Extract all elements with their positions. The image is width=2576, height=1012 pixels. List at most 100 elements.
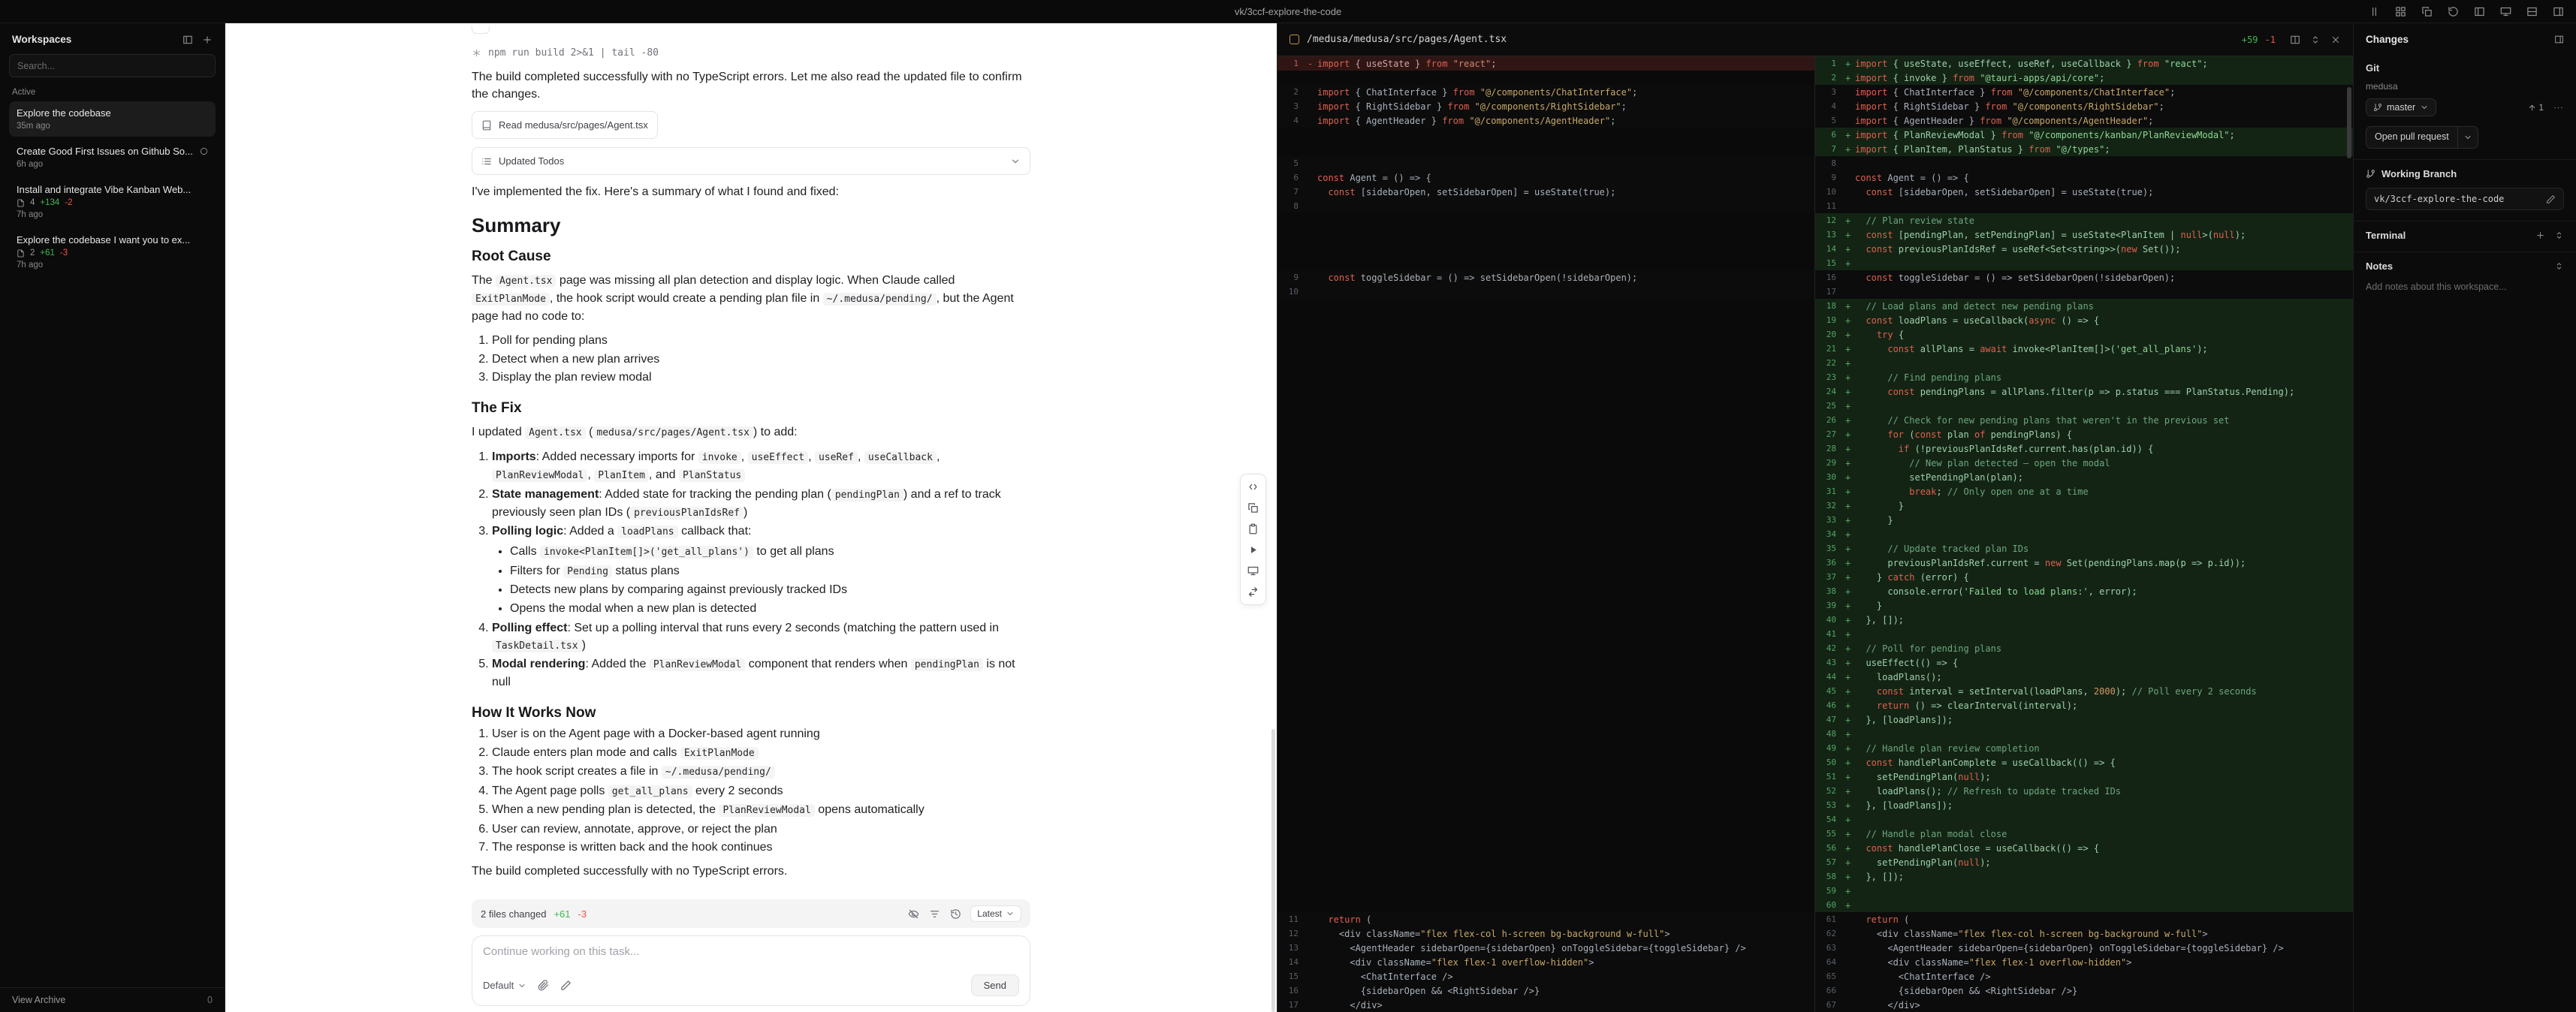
panel-left-icon[interactable]	[2474, 6, 2485, 17]
diff-line	[1277, 655, 1814, 670]
edit-button[interactable]	[560, 980, 572, 991]
plus-icon[interactable]	[2535, 230, 2545, 240]
diff-line	[1277, 627, 1814, 641]
diff-line: 13 <AgentHeader sidebarOpen={sidebarOpen…	[1277, 941, 1814, 955]
diff-line: 48+	[1815, 727, 2353, 741]
panel-right-icon[interactable]	[2553, 6, 2564, 17]
diff-line: 8	[1277, 199, 1814, 213]
monitor-icon[interactable]	[1244, 562, 1262, 580]
diff-line: 19+ const loadPlans = useCallback(async …	[1815, 313, 2353, 327]
diff-line: 10	[1277, 285, 1814, 299]
workspace-item[interactable]: Create Good First Issues on Github So...…	[9, 140, 216, 175]
send-button[interactable]: Send	[971, 974, 1019, 996]
updated-todos-chip[interactable]: Updated Todos	[472, 147, 1030, 175]
list-item: Modal rendering: Added the PlanReviewMod…	[492, 655, 1030, 691]
assistant-message: The build completed successfully with no…	[472, 68, 1030, 103]
model-selector[interactable]: Default	[483, 980, 526, 991]
repo-name: medusa	[2366, 81, 2564, 92]
diff-line: 53+ }, [loadPlans]);	[1815, 798, 2353, 812]
diff-line	[1277, 413, 1814, 427]
diff-line	[1277, 670, 1814, 684]
diff-line: 65 <ChatInterface />	[1815, 969, 2353, 983]
diff-line	[1277, 570, 1814, 584]
pause-icon[interactable]	[2369, 6, 2380, 17]
plus-icon[interactable]	[202, 35, 213, 45]
pencil-icon[interactable]	[2546, 194, 2556, 204]
close-icon[interactable]	[2330, 35, 2341, 45]
notes-section-label: Notes	[2366, 261, 2393, 272]
copy-icon[interactable]	[1244, 498, 1262, 517]
diff-header-actions	[2290, 35, 2341, 45]
copy-icon[interactable]	[2421, 6, 2433, 17]
diff-line	[1277, 770, 1814, 784]
status-bar-actions	[908, 908, 961, 920]
unfold-icon[interactable]	[2554, 230, 2564, 240]
search-input[interactable]	[9, 54, 216, 77]
rows-icon[interactable]	[2526, 6, 2538, 17]
workspaces-sidebar: Workspaces Active Explore the codebase35…	[0, 23, 225, 1012]
root-cause-paragraph: The Agent.tsx page was missing all plan …	[472, 272, 1030, 325]
play-icon[interactable]	[1244, 541, 1262, 559]
workspace-item[interactable]: Install and integrate Vibe Kanban Web...…	[9, 178, 216, 225]
chat-scrollbar[interactable]	[1271, 729, 1275, 1012]
rotate-icon[interactable]	[2448, 6, 2459, 17]
read-file-chip[interactable]: Read medusa/src/pages/Agent.tsx	[472, 111, 658, 139]
view-archive[interactable]: View Archive 0	[0, 987, 225, 1012]
version-selector[interactable]: Latest	[970, 905, 1021, 922]
diff-scrollbar[interactable]	[2347, 87, 2351, 158]
diff-line	[1277, 242, 1814, 256]
diff-line: 1-import { useState } from "react";	[1277, 56, 1814, 71]
deletions-count: -3	[60, 248, 68, 258]
monitor-icon[interactable]	[2500, 6, 2511, 17]
diff-line: 16 {sidebarOpen && <RightSidebar />}	[1277, 983, 1814, 998]
collapse-icon[interactable]	[1244, 477, 1262, 496]
panel-right-icon[interactable]	[2554, 35, 2564, 44]
list-item: Poll for pending plans	[492, 332, 1030, 349]
list-item: Display the plan review modal	[492, 369, 1030, 386]
list-item: User is on the Agent page with a Docker-…	[492, 725, 1030, 742]
attachment-button[interactable]	[538, 980, 549, 991]
columns-icon[interactable]	[2290, 35, 2300, 45]
diff-line	[1277, 128, 1814, 142]
message-composer[interactable]: Default Send	[472, 935, 1030, 1006]
diff-line	[1277, 498, 1814, 513]
history-icon[interactable]	[950, 908, 961, 920]
workspace-item[interactable]: Explore the codebase35m ago	[9, 101, 216, 137]
workspace-stats: 4+134-2	[17, 198, 208, 207]
changes-status-bar[interactable]: 2 files changed +61 -3 Latest	[472, 899, 1030, 928]
panel-left-icon[interactable]	[182, 35, 193, 45]
diff-line: 49+ // Handle plan review completion	[1815, 741, 2353, 755]
floating-toolbar	[1240, 474, 1266, 605]
more-options-icon[interactable]	[2553, 102, 2564, 113]
terminal-command[interactable]: npm run build 2>&1 | tail -80	[472, 44, 1030, 62]
chevron-down-icon[interactable]	[2457, 127, 2478, 148]
diff-line: 9const Agent = () => {	[1815, 170, 2353, 185]
diff-line	[1277, 812, 1814, 827]
branch-selector[interactable]: master	[2366, 98, 2436, 116]
diff-line	[1277, 470, 1814, 484]
diff-line: 6+import { PlanReviewModal } from "@/com…	[1815, 128, 2353, 142]
unfold-icon[interactable]	[2554, 261, 2564, 271]
diff-additions: +59	[2242, 35, 2258, 45]
compare-icon[interactable]	[1244, 583, 1262, 601]
diff-line	[1277, 613, 1814, 627]
workspace-time: 7h ago	[17, 261, 208, 270]
diff-line: 50+ const handlePlanComplete = useCallba…	[1815, 755, 2353, 770]
diff-line: 5import { AgentHeader } from "@/componen…	[1815, 113, 2353, 128]
diff-file-path: /medusa/medusa/src/pages/Agent.tsx	[1307, 34, 1507, 45]
filter-icon[interactable]	[929, 908, 940, 920]
workspace-item[interactable]: Explore the codebase I want you to ex...…	[9, 228, 216, 276]
list-item: Polling effect: Set up a polling interva…	[492, 619, 1030, 655]
unfold-icon[interactable]	[2310, 35, 2321, 45]
diff-line	[1277, 527, 1814, 541]
clipboard-icon[interactable]	[1244, 520, 1262, 538]
grid-icon[interactable]	[2395, 6, 2406, 17]
diff-line: 57+ setPendingPlan(null);	[1815, 855, 2353, 869]
working-branch-value[interactable]: vk/3ccf-explore-the-code	[2366, 188, 2564, 210]
workspace-time: 35m ago	[17, 122, 208, 131]
diff-line: 2import { ChatInterface } from "@/compon…	[1277, 85, 1814, 99]
diff-line: 55+ // Handle plan modal close	[1815, 827, 2353, 841]
eye-off-icon[interactable]	[908, 908, 919, 920]
open-pull-request-button[interactable]: Open pull request	[2366, 126, 2478, 149]
composer-input[interactable]	[483, 945, 1019, 958]
